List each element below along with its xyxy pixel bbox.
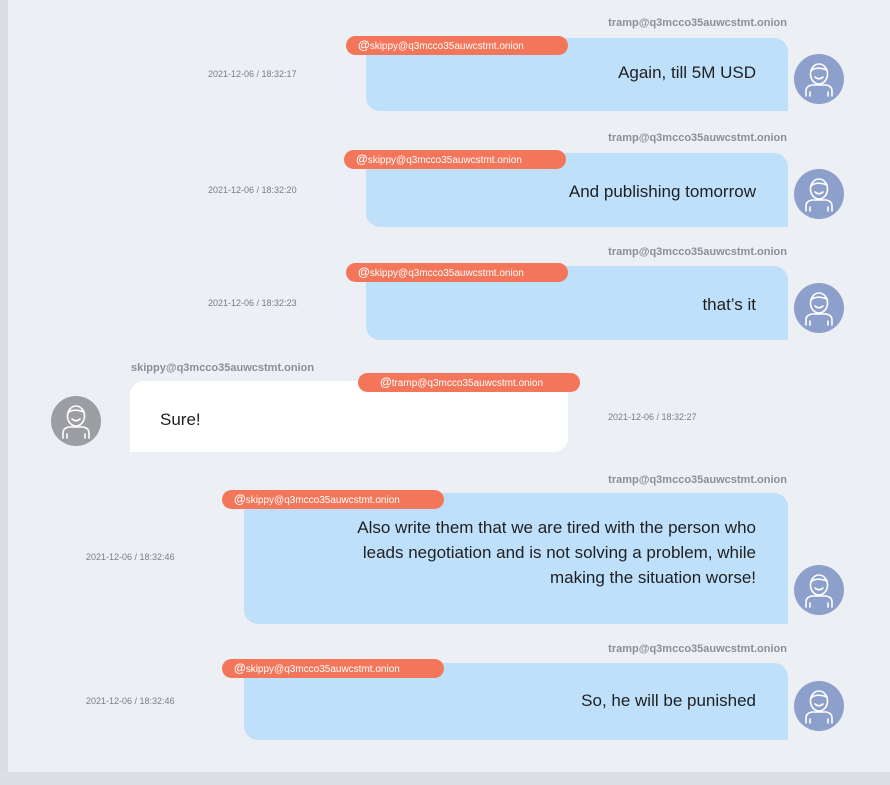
message-timestamp: 2021-12-06 / 18:32:17 <box>208 69 297 79</box>
avatar-glyph <box>805 178 833 212</box>
message-text-line: making the situation worse! <box>550 568 756 587</box>
message-timestamp: 2021-12-06 / 18:32:46 <box>86 696 175 706</box>
mention-text: skippy@q3mcco35auwcstmt.onion <box>369 41 524 52</box>
mention-badge[interactable]: @skippy@q3mcco35auwcstmt.onion <box>222 490 444 509</box>
user-avatar-icon[interactable] <box>794 169 844 219</box>
message-timestamp: 2021-12-06 / 18:32:46 <box>86 552 175 562</box>
mention-badge[interactable]: @tramp@q3mcco35auwcstmt.onion <box>358 373 580 392</box>
mention-at: @ <box>234 492 246 506</box>
chat-message-list[interactable]: tramp@q3mcco35auwcstmt.onion Again, till… <box>10 0 890 772</box>
mention-text: skippy@q3mcco35auwcstmt.onion <box>245 495 400 506</box>
message-text: So, he will be punished <box>581 691 756 710</box>
mention-badge[interactable]: @skippy@q3mcco35auwcstmt.onion <box>346 36 568 55</box>
message-text: that’s it <box>702 295 756 314</box>
user-avatar-icon[interactable] <box>51 396 101 446</box>
mention-at: @ <box>358 265 370 279</box>
message-text-line: Also write them that we are tired with t… <box>357 518 756 537</box>
mention-at: @ <box>358 38 370 52</box>
window-bottom-border <box>0 772 890 785</box>
mention-text: tramp@q3mcco35auwcstmt.onion <box>391 378 544 389</box>
user-avatar-icon[interactable] <box>794 565 844 615</box>
sender-name[interactable]: tramp@q3mcco35auwcstmt.onion <box>608 246 787 258</box>
message-timestamp: 2021-12-06 / 18:32:23 <box>208 298 297 308</box>
mention-badge[interactable]: @skippy@q3mcco35auwcstmt.onion <box>344 150 566 169</box>
message-text-block: Also write them that we are tired with t… <box>357 515 756 590</box>
sender-name[interactable]: tramp@q3mcco35auwcstmt.onion <box>608 17 787 29</box>
avatar-glyph <box>805 690 833 724</box>
sender-name[interactable]: tramp@q3mcco35auwcstmt.onion <box>608 643 787 655</box>
mention-at: @ <box>234 661 246 675</box>
mention-at: @ <box>356 152 368 166</box>
mention-badge[interactable]: @skippy@q3mcco35auwcstmt.onion <box>346 263 568 282</box>
message-timestamp: 2021-12-06 / 18:32:27 <box>608 412 697 422</box>
message-text: Again, till 5M USD <box>618 63 756 82</box>
sender-name[interactable]: tramp@q3mcco35auwcstmt.onion <box>608 132 787 144</box>
user-avatar-icon[interactable] <box>794 283 844 333</box>
message-text: Sure! <box>160 410 201 429</box>
avatar-glyph <box>805 574 833 608</box>
message-text: And publishing tomorrow <box>568 182 756 201</box>
mention-at: @ <box>380 375 392 389</box>
avatar-glyph <box>805 292 833 326</box>
message-text-line: leads negotiation and is not solving a p… <box>362 543 756 562</box>
sender-name[interactable]: tramp@q3mcco35auwcstmt.onion <box>608 474 787 486</box>
mention-badge[interactable]: @skippy@q3mcco35auwcstmt.onion <box>222 659 444 678</box>
mention-text: skippy@q3mcco35auwcstmt.onion <box>367 155 522 166</box>
mention-text: skippy@q3mcco35auwcstmt.onion <box>369 268 524 279</box>
avatar-glyph <box>805 63 833 97</box>
message-timestamp: 2021-12-06 / 18:32:20 <box>208 185 297 195</box>
mention-text: skippy@q3mcco35auwcstmt.onion <box>245 664 400 675</box>
message-bubble[interactable]: Also write them that we are tired with t… <box>244 493 788 624</box>
sender-name[interactable]: skippy@q3mcco35auwcstmt.onion <box>131 362 314 374</box>
user-avatar-icon[interactable] <box>794 681 844 731</box>
avatar-glyph <box>62 405 90 439</box>
window-left-border <box>0 0 8 785</box>
user-avatar-icon[interactable] <box>794 54 844 104</box>
